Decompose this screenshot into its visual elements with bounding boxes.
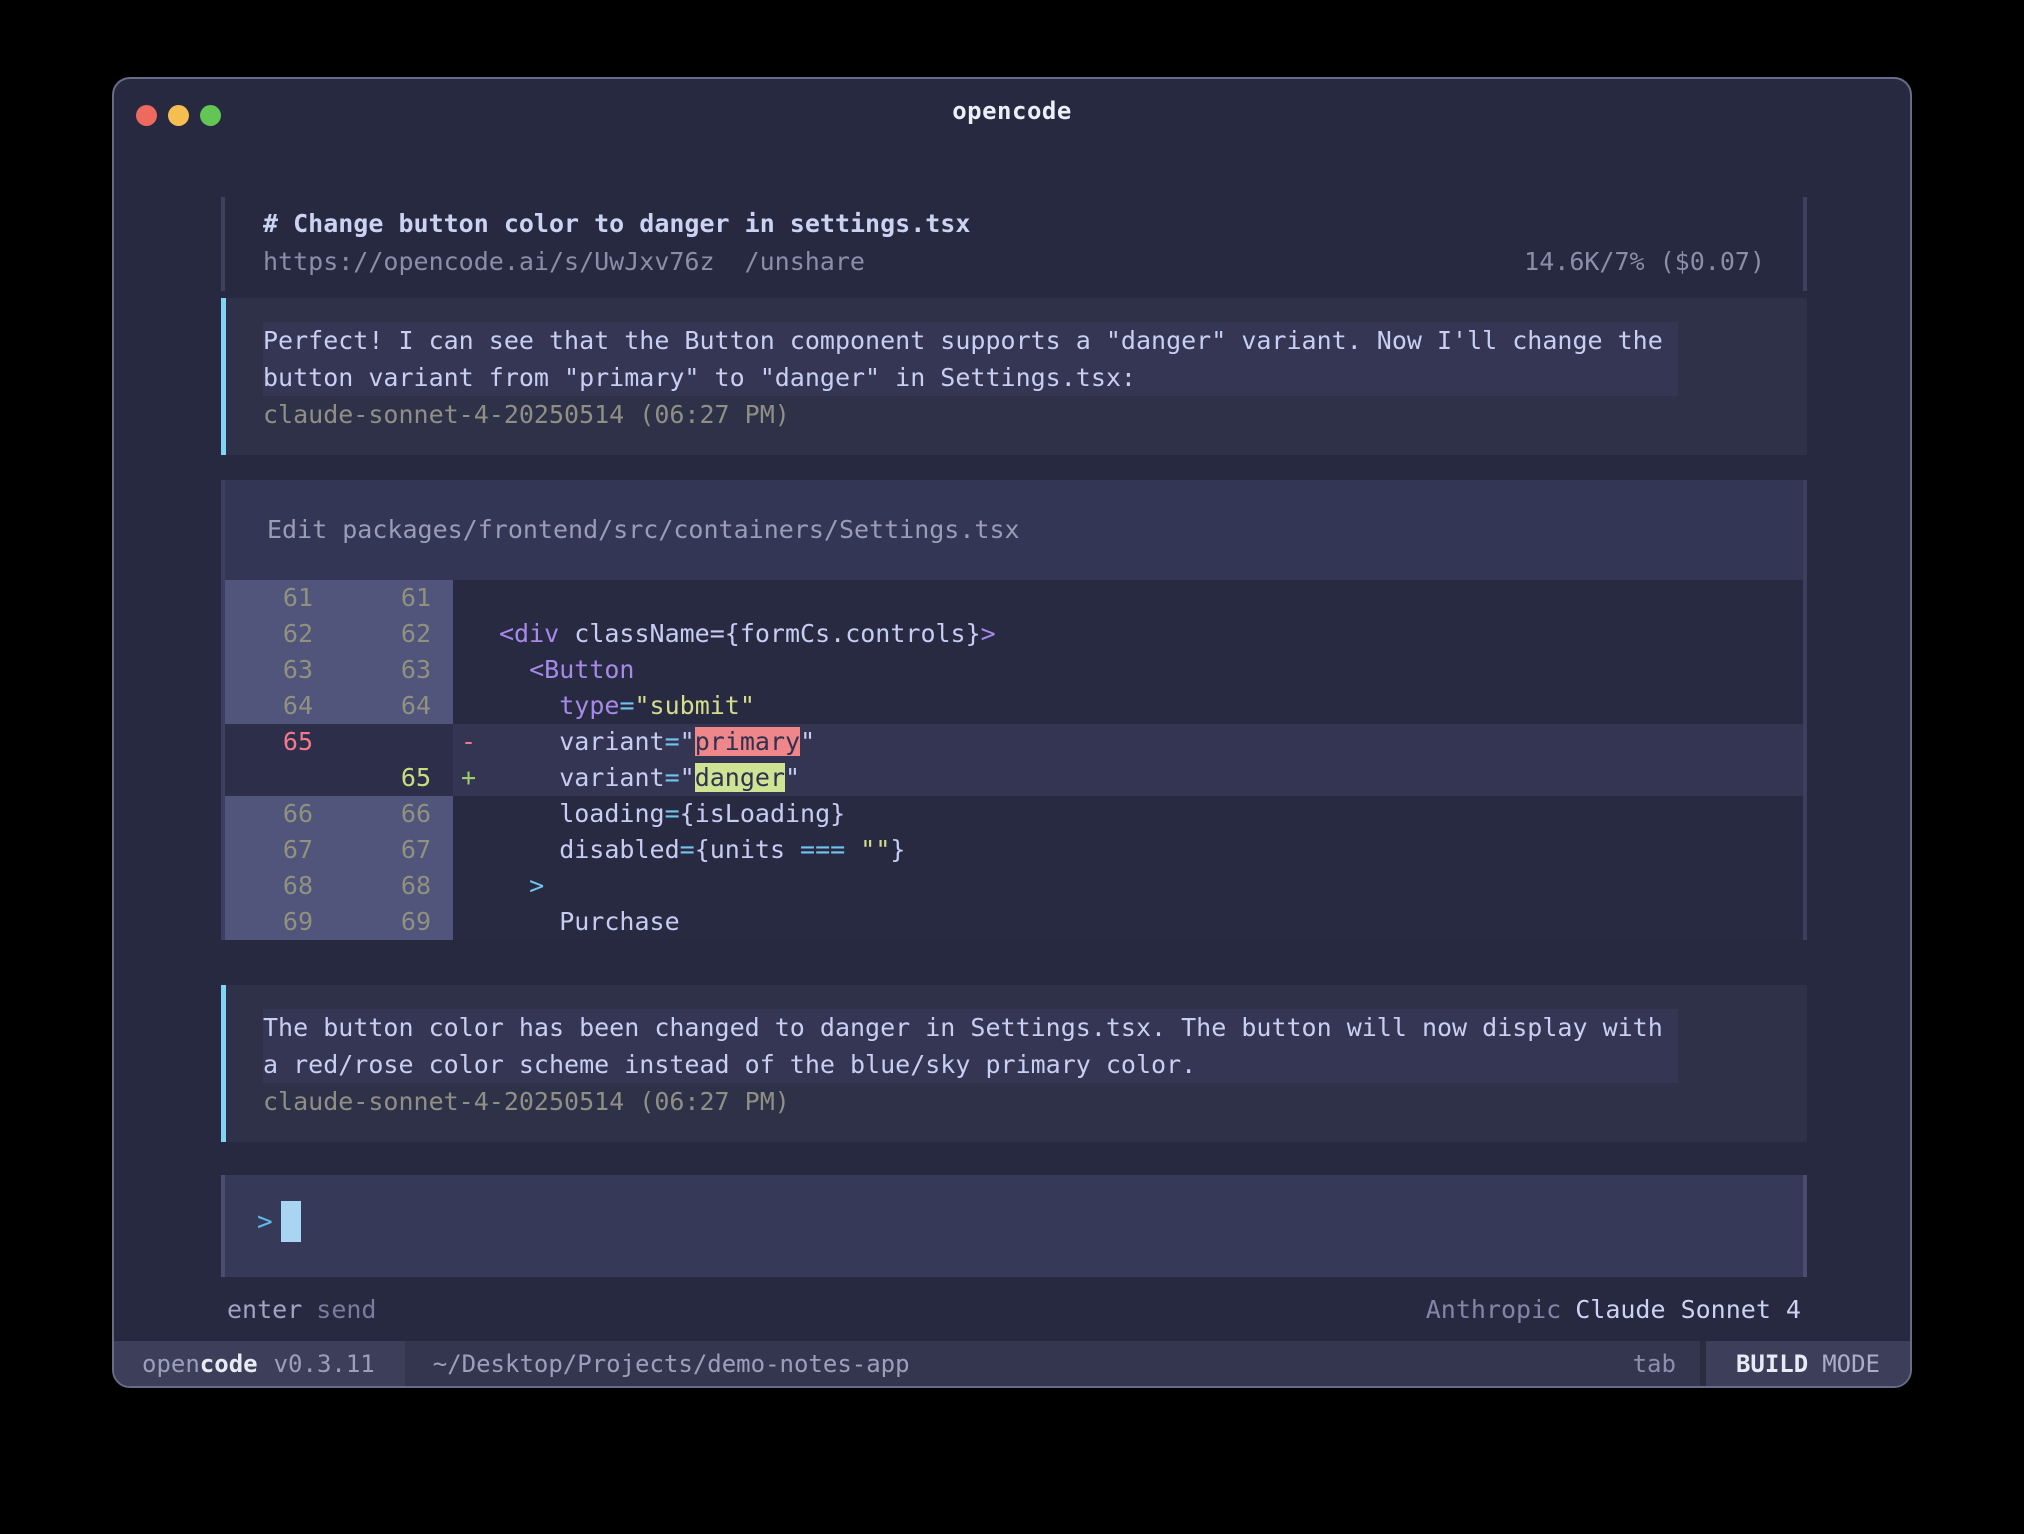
- mode-label: MODE: [1822, 1350, 1880, 1378]
- tab-key-hint[interactable]: tab: [1633, 1350, 1676, 1378]
- old-line-number: 65: [225, 724, 325, 760]
- diff-view: 6161 6262 <div className={formCs.control…: [225, 580, 1803, 940]
- code-line: <div className={formCs.controls}>: [499, 616, 996, 652]
- assistant-message-text: Perfect! I can see that the Button compo…: [263, 322, 1678, 396]
- minimize-window-button[interactable]: [168, 105, 189, 126]
- session-header: # Change button color to danger in setti…: [221, 197, 1807, 291]
- diff-row: 6363 <Button: [225, 652, 1803, 688]
- app-name-code: code: [200, 1350, 258, 1378]
- diff-marker: [453, 616, 499, 652]
- close-window-button[interactable]: [136, 105, 157, 126]
- new-line-number: 64: [325, 688, 453, 724]
- assistant-message: The button color has been changed to dan…: [221, 985, 1807, 1142]
- diff-marker: [453, 868, 499, 904]
- diff-marker: [453, 652, 499, 688]
- old-line-number: 62: [225, 616, 325, 652]
- diff-row: 6262 <div className={formCs.controls}>: [225, 616, 1803, 652]
- window-titlebar[interactable]: opencode: [114, 79, 1910, 143]
- code-line: loading={isLoading}: [499, 796, 845, 832]
- new-line-number: 61: [325, 580, 453, 616]
- diff-marker: [453, 904, 499, 940]
- diff-row: 6767 disabled={units === ""}: [225, 832, 1803, 868]
- old-line-number: 64: [225, 688, 325, 724]
- old-line-number: 63: [225, 652, 325, 688]
- diff-row: 6464 type="submit": [225, 688, 1803, 724]
- prompt-input[interactable]: >: [221, 1175, 1807, 1277]
- model-timestamp: claude-sonnet-4-20250514 (06:27 PM): [263, 396, 1771, 433]
- new-line-number: 63: [325, 652, 453, 688]
- diff-row: 65+ variant="danger": [225, 760, 1803, 796]
- model-indicator: Anthropic Claude Sonnet 4: [1426, 1293, 1801, 1327]
- diff-marker: [453, 832, 499, 868]
- window-title: opencode: [952, 97, 1072, 125]
- edit-tool-header: Edit packages/frontend/src/containers/Se…: [225, 480, 1803, 580]
- new-line-number: 66: [325, 796, 453, 832]
- prompt-symbol: >: [257, 1201, 273, 1243]
- old-line-number: 68: [225, 868, 325, 904]
- diff-row: 6666 loading={isLoading}: [225, 796, 1803, 832]
- diff-marker: +: [453, 760, 499, 796]
- mode-indicator[interactable]: BUILD MODE: [1700, 1341, 1910, 1386]
- assistant-message: Perfect! I can see that the Button compo…: [221, 298, 1807, 455]
- token-usage: 14.6K/7% ($0.07): [1524, 243, 1765, 281]
- code-line: type="submit": [499, 688, 755, 724]
- status-bar: opencode v0.3.11 ~/Desktop/Projects/demo-…: [114, 1341, 1910, 1386]
- text-cursor: [281, 1201, 301, 1242]
- session-subheader: https://opencode.ai/s/UwJxv76z/unshare 1…: [263, 243, 1765, 281]
- app-version: v0.3.11: [274, 1350, 375, 1378]
- code-line: <Button: [499, 652, 634, 688]
- old-line-number: 66: [225, 796, 325, 832]
- diff-row: 65 - variant="primary": [225, 724, 1803, 760]
- keybind-hint: enter send: [227, 1293, 376, 1327]
- code-line: disabled={units === ""}: [499, 832, 905, 868]
- zoom-window-button[interactable]: [200, 105, 221, 126]
- old-line-number: 67: [225, 832, 325, 868]
- code-line: variant="primary": [499, 724, 815, 760]
- mode-name: BUILD: [1736, 1350, 1808, 1378]
- code-line: >: [499, 868, 544, 904]
- app-version-chip: opencode v0.3.11: [114, 1341, 405, 1386]
- diff-marker: -: [453, 724, 499, 760]
- model-name: Claude Sonnet 4: [1575, 1295, 1801, 1324]
- share-row: https://opencode.ai/s/UwJxv76z/unshare: [263, 243, 865, 281]
- diff-row: 6161: [225, 580, 1803, 616]
- new-line-number: 65: [325, 760, 453, 796]
- diff-marker: [453, 796, 499, 832]
- footer-hints: enter send Anthropic Claude Sonnet 4: [221, 1293, 1807, 1327]
- provider-name: Anthropic: [1426, 1295, 1561, 1324]
- new-line-number: 62: [325, 616, 453, 652]
- diff-row: 6969 Purchase: [225, 904, 1803, 940]
- diff-marker: [453, 688, 499, 724]
- assistant-message-text: The button color has been changed to dan…: [263, 1009, 1678, 1083]
- status-bar-right: tab BUILD MODE: [1633, 1341, 1910, 1386]
- new-line-number: 68: [325, 868, 453, 904]
- keybind-key: enter: [227, 1295, 302, 1324]
- old-line-number: 61: [225, 580, 325, 616]
- code-line: variant="danger": [499, 760, 800, 796]
- new-line-number: 67: [325, 832, 453, 868]
- new-line-number: [325, 724, 453, 760]
- diff-marker: [453, 580, 499, 616]
- session-content: # Change button color to danger in setti…: [221, 145, 1807, 1327]
- old-line-number: [225, 760, 325, 796]
- code-line: Purchase: [499, 904, 680, 940]
- share-url-link[interactable]: https://opencode.ai/s/UwJxv76z: [263, 247, 715, 276]
- opencode-terminal-window: opencode # Change button color to danger…: [112, 77, 1912, 1388]
- old-line-number: 69: [225, 904, 325, 940]
- new-line-number: 69: [325, 904, 453, 940]
- app-name-open: open: [142, 1350, 200, 1378]
- unshare-command[interactable]: /unshare: [745, 247, 865, 276]
- traffic-lights: [136, 105, 221, 126]
- session-title: # Change button color to danger in setti…: [263, 205, 1765, 243]
- keybind-action: send: [316, 1295, 376, 1324]
- working-directory: ~/Desktop/Projects/demo-notes-app: [433, 1350, 910, 1378]
- model-timestamp: claude-sonnet-4-20250514 (06:27 PM): [263, 1083, 1771, 1120]
- diff-row: 6868 >: [225, 868, 1803, 904]
- edit-tool-card: Edit packages/frontend/src/containers/Se…: [221, 480, 1807, 940]
